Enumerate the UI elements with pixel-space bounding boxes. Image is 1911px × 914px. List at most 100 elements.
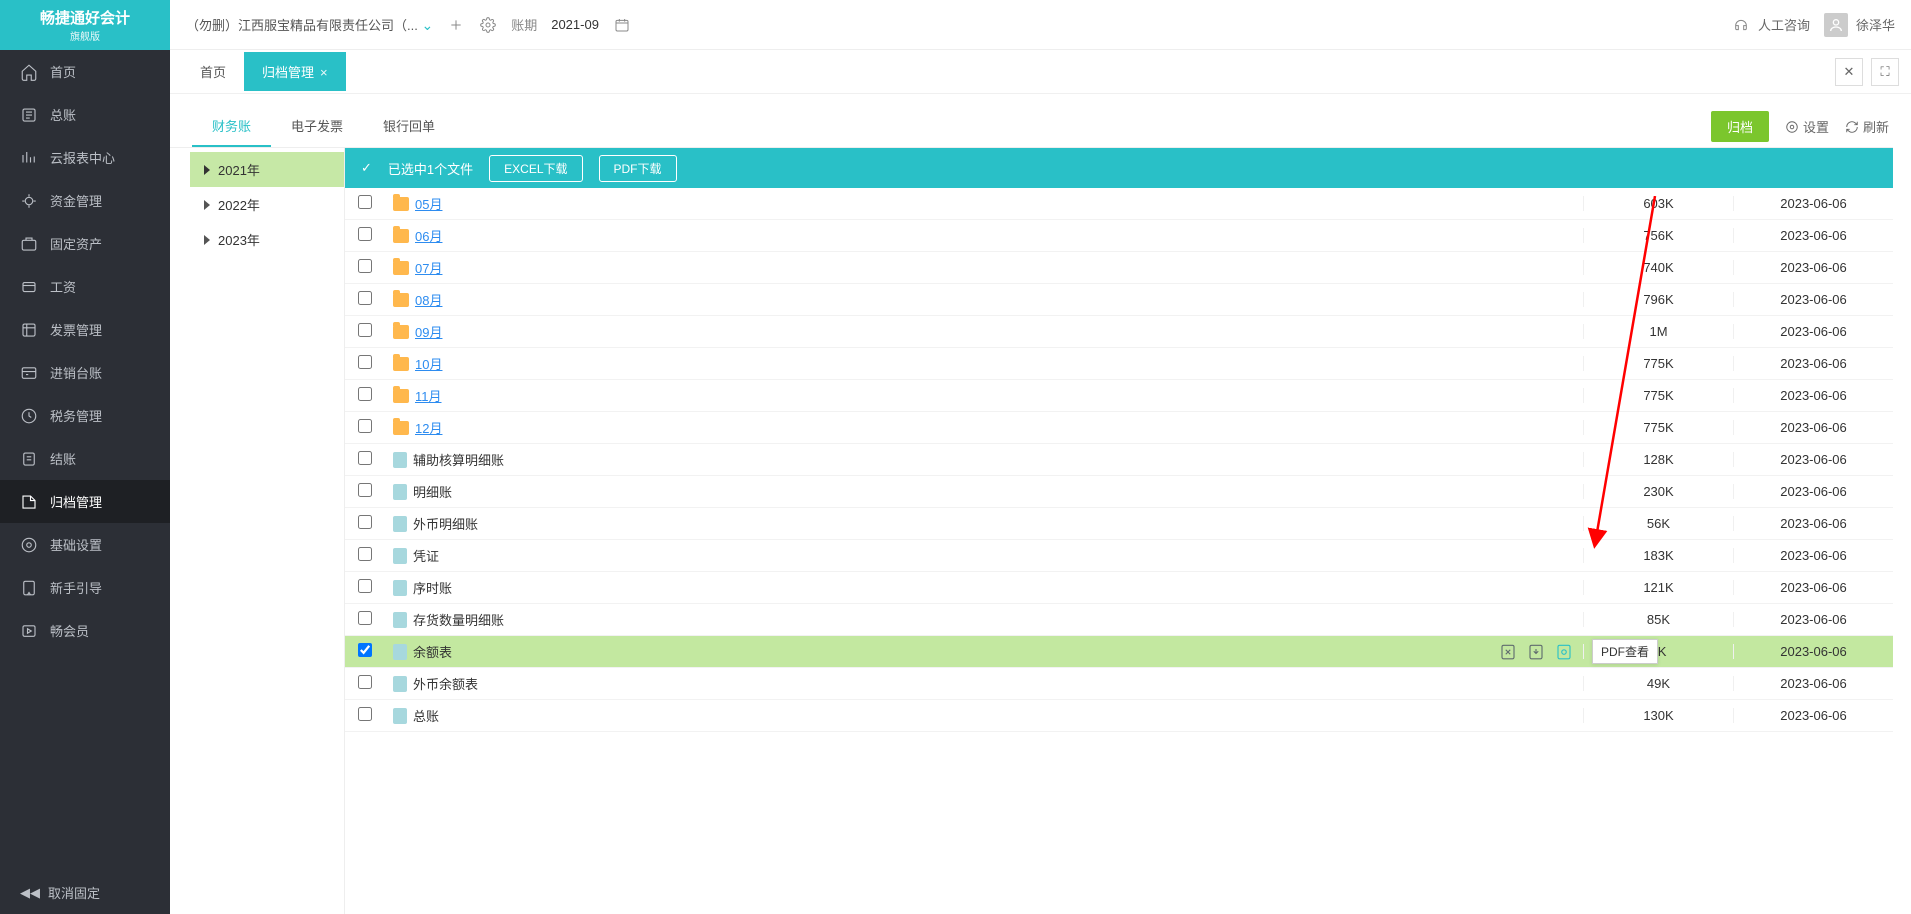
calendar-icon[interactable] xyxy=(613,16,631,34)
sidebar-item-11[interactable]: 基础设置 xyxy=(0,523,170,566)
table-row[interactable]: 总账130K2023-06-06 xyxy=(345,700,1893,732)
table-row[interactable]: 10月775K2023-06-06 xyxy=(345,348,1893,380)
refresh-link[interactable]: 刷新 xyxy=(1845,117,1889,136)
pdf-view-icon[interactable] xyxy=(1555,643,1573,661)
tab-close-icon[interactable]: × xyxy=(320,65,328,80)
year-tree: 2021年2022年2023年 xyxy=(170,148,345,914)
row-name-link[interactable]: 10月 xyxy=(415,354,442,373)
row-checkbox[interactable] xyxy=(358,323,372,337)
tooltip: PDF查看 xyxy=(1592,639,1658,664)
table-row[interactable]: 外币明细账56K2023-06-06 xyxy=(345,508,1893,540)
row-size: 128K xyxy=(1583,452,1733,467)
row-checkbox[interactable] xyxy=(358,227,372,241)
row-name-link[interactable]: 11月 xyxy=(415,386,442,405)
table-row[interactable]: 余额表PDF查看3K2023-06-06 xyxy=(345,636,1893,668)
table-row[interactable]: 09月1M2023-06-06 xyxy=(345,316,1893,348)
folder-icon xyxy=(393,421,409,435)
sidebar-item-8[interactable]: 税务管理 xyxy=(0,394,170,437)
sidebar-item-9[interactable]: 结账 xyxy=(0,437,170,480)
row-name-label: 凭证 xyxy=(413,546,439,565)
row-checkbox[interactable] xyxy=(358,547,372,561)
tree-year-0[interactable]: 2021年 xyxy=(190,152,344,187)
sidebar: 畅捷通好会计 旗舰版 首页总账云报表中心资金管理固定资产工资发票管理进销台账税务… xyxy=(0,0,170,914)
pdf-download-icon[interactable] xyxy=(1527,643,1545,661)
row-checkbox[interactable] xyxy=(358,675,372,689)
sidebar-item-2[interactable]: 云报表中心 xyxy=(0,136,170,179)
fullscreen-icon[interactable]: ⛶ xyxy=(1871,58,1899,86)
row-name-link[interactable]: 07月 xyxy=(415,258,442,277)
row-date: 2023-06-06 xyxy=(1733,612,1893,627)
row-name-link[interactable]: 05月 xyxy=(415,194,442,213)
row-name-link[interactable]: 09月 xyxy=(415,322,442,341)
inner-tab-2[interactable]: 银行回单 xyxy=(363,106,455,147)
archive-button[interactable]: 归档 xyxy=(1711,111,1769,142)
excel-view-icon[interactable] xyxy=(1499,643,1517,661)
row-date: 2023-06-06 xyxy=(1733,548,1893,563)
sidebar-item-3[interactable]: 资金管理 xyxy=(0,179,170,222)
tree-year-2[interactable]: 2023年 xyxy=(190,222,344,257)
page-tab-1[interactable]: 归档管理× xyxy=(244,52,346,91)
tree-year-1[interactable]: 2022年 xyxy=(190,187,344,222)
support-link[interactable]: 人工咨询 xyxy=(1732,15,1810,34)
brand-title: 畅捷通好会计 xyxy=(40,7,130,28)
row-checkbox[interactable] xyxy=(358,419,372,433)
row-name-link[interactable]: 08月 xyxy=(415,290,442,309)
close-icon[interactable]: ✕ xyxy=(1835,58,1863,86)
sidebar-item-12[interactable]: 新手引导 xyxy=(0,566,170,609)
sidebar-item-1[interactable]: 总账 xyxy=(0,93,170,136)
row-name-link[interactable]: 06月 xyxy=(415,226,442,245)
sidebar-item-6[interactable]: 发票管理 xyxy=(0,308,170,351)
row-checkbox[interactable] xyxy=(358,387,372,401)
row-checkbox[interactable] xyxy=(358,291,372,305)
gear-icon[interactable] xyxy=(479,16,497,34)
nav-icon xyxy=(20,364,38,382)
row-checkbox[interactable] xyxy=(358,355,372,369)
table-row[interactable]: 凭证183K2023-06-06 xyxy=(345,540,1893,572)
page-tab-0[interactable]: 首页 xyxy=(182,52,244,91)
row-date: 2023-06-06 xyxy=(1733,420,1893,435)
table-row[interactable]: 明细账230K2023-06-06 xyxy=(345,476,1893,508)
row-checkbox[interactable] xyxy=(358,707,372,721)
table-row[interactable]: 存货数量明细账85K2023-06-06 xyxy=(345,604,1893,636)
row-checkbox[interactable] xyxy=(358,483,372,497)
table-row[interactable]: 12月775K2023-06-06 xyxy=(345,412,1893,444)
add-icon[interactable] xyxy=(447,16,465,34)
row-checkbox[interactable] xyxy=(358,643,372,657)
row-checkbox[interactable] xyxy=(358,515,372,529)
sidebar-item-10[interactable]: 归档管理 xyxy=(0,480,170,523)
row-checkbox[interactable] xyxy=(358,195,372,209)
row-checkbox[interactable] xyxy=(358,579,372,593)
folder-icon xyxy=(393,389,409,403)
sidebar-item-7[interactable]: 进销台账 xyxy=(0,351,170,394)
user-menu[interactable]: 徐泽华 xyxy=(1824,13,1895,37)
row-name-label: 存货数量明细账 xyxy=(413,610,504,629)
row-name-label: 外币明细账 xyxy=(413,514,478,533)
sidebar-item-5[interactable]: 工资 xyxy=(0,265,170,308)
table-row[interactable]: 07月740K2023-06-06 xyxy=(345,252,1893,284)
sidebar-unpin[interactable]: ◀◀ 取消固定 xyxy=(0,871,170,914)
table-row[interactable]: 06月756K2023-06-06 xyxy=(345,220,1893,252)
period-value[interactable]: 2021-09 xyxy=(551,17,599,32)
table-row[interactable]: 11月775K2023-06-06 xyxy=(345,380,1893,412)
table-row[interactable]: 08月796K2023-06-06 xyxy=(345,284,1893,316)
inner-tab-1[interactable]: 电子发票 xyxy=(271,106,363,147)
row-date: 2023-06-06 xyxy=(1733,324,1893,339)
row-checkbox[interactable] xyxy=(358,611,372,625)
file-table: 05月603K2023-06-0606月756K2023-06-0607月740… xyxy=(345,188,1893,914)
sidebar-item-4[interactable]: 固定资产 xyxy=(0,222,170,265)
row-checkbox[interactable] xyxy=(358,451,372,465)
inner-tab-0[interactable]: 财务账 xyxy=(192,106,271,147)
table-row[interactable]: 辅助核算明细账128K2023-06-06 xyxy=(345,444,1893,476)
settings-link[interactable]: 设置 xyxy=(1785,117,1829,136)
table-row[interactable]: 序时账121K2023-06-06 xyxy=(345,572,1893,604)
row-checkbox[interactable] xyxy=(358,259,372,273)
pdf-download-button[interactable]: PDF下载 xyxy=(599,155,677,182)
row-name-link[interactable]: 12月 xyxy=(415,418,442,437)
sidebar-item-0[interactable]: 首页 xyxy=(0,50,170,93)
pin-icon: ◀◀ xyxy=(20,885,40,901)
table-row[interactable]: 05月603K2023-06-06 xyxy=(345,188,1893,220)
table-row[interactable]: 外币余额表49K2023-06-06 xyxy=(345,668,1893,700)
company-selector[interactable]: （勿删）江西服宝精品有限责任公司（... ⌄ xyxy=(186,15,433,34)
excel-download-button[interactable]: EXCEL下载 xyxy=(489,155,582,182)
sidebar-item-13[interactable]: 畅会员 xyxy=(0,609,170,652)
